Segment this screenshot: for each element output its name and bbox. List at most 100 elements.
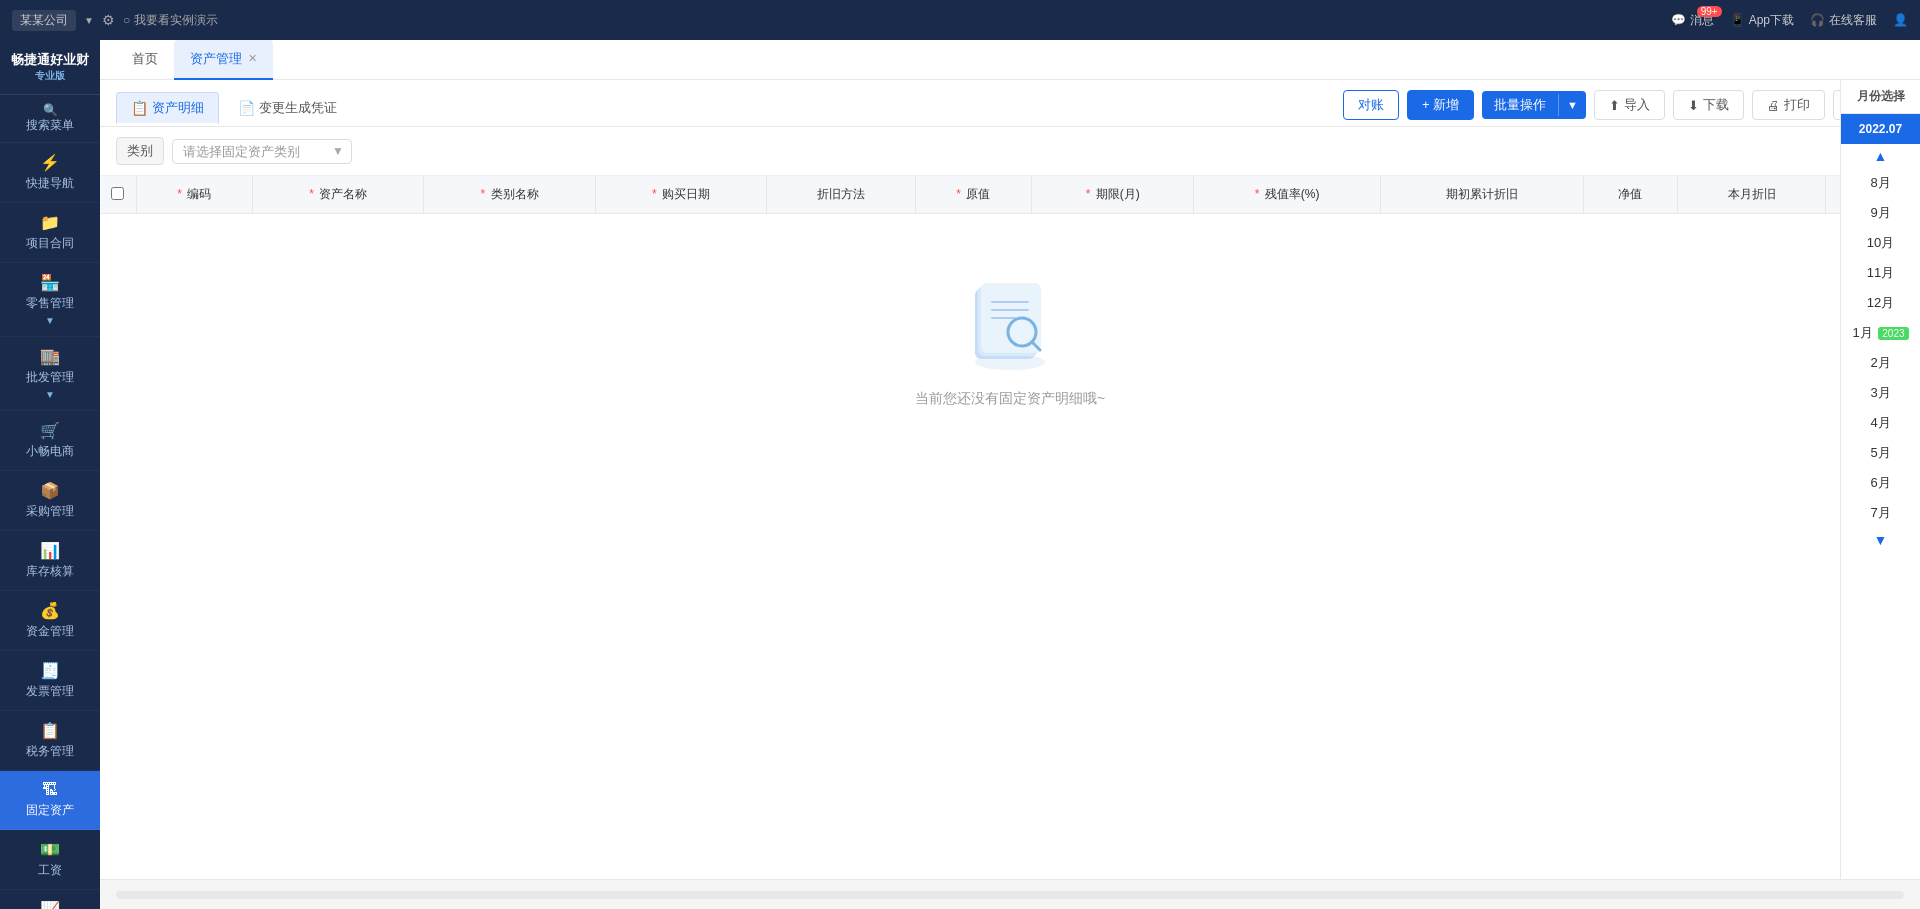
col-monthly-depreciation: 本月折旧 [1677, 176, 1825, 214]
year-2023-badge: 2023 [1878, 327, 1908, 340]
table-header-row: * 编码 * 资产名称 * 类别名称 [100, 176, 1920, 214]
col-period: * 期限(月) [1032, 176, 1194, 214]
salary-icon: 💵 [40, 840, 60, 859]
sidebar-item-retail[interactable]: 🏪 零售管理 ▼ [0, 263, 100, 337]
month-3[interactable]: 3月 [1841, 378, 1920, 408]
purchase-icon: 📦 [40, 481, 60, 500]
sidebar-item-project[interactable]: 📁 项目合同 [0, 203, 100, 263]
user-profile[interactable]: 👤 [1893, 13, 1908, 27]
company-selector[interactable]: 某某公司 [12, 10, 76, 31]
asset-table: * 编码 * 资产名称 * 类别名称 [100, 176, 1920, 214]
month-6[interactable]: 6月 [1841, 468, 1920, 498]
filter-left: 类别 请选择固定资产类别 ▼ [116, 137, 1904, 165]
fixed-assets-icon: 🏗 [42, 781, 58, 799]
subtab-change-voucher[interactable]: 📄 变更生成凭证 [223, 92, 352, 124]
month-4[interactable]: 4月 [1841, 408, 1920, 438]
empty-state: 当前您还没有固定资产明细哦~ [100, 214, 1920, 468]
tab-close-icon[interactable]: ✕ [248, 52, 257, 65]
filter-bar: 类别 请选择固定资产类别 ▼ [100, 127, 1920, 176]
svg-point-8 [1012, 322, 1032, 342]
online-service-button[interactable]: 🎧 在线客服 [1810, 12, 1877, 29]
main-layout: 畅捷通好业财 专业版 🔍 搜索菜单 ⚡ 快捷导航 📁 项目合同 🏪 零售管理 ▼… [0, 40, 1920, 909]
demo-icon: ○ [123, 13, 130, 27]
category-filter-label: 类别 [116, 137, 164, 165]
month-picker-panel: 月份选择 2022.07 ▲ 8月 9月 10月 11月 12月 1月 2023… [1840, 80, 1920, 879]
add-button[interactable]: + 新增 [1407, 90, 1474, 120]
operation-icon: 📈 [40, 900, 60, 909]
batch-operation-button[interactable]: 批量操作 ▼ [1482, 91, 1586, 119]
batch-operation-arrow-icon[interactable]: ▼ [1558, 94, 1586, 116]
month-7[interactable]: 7月 [1841, 498, 1920, 528]
retail-icon: 🏪 [40, 273, 60, 292]
month-5[interactable]: 5月 [1841, 438, 1920, 468]
sidebar-item-fixed-assets[interactable]: 🏗 固定资产 [0, 771, 100, 830]
batch-operation-label[interactable]: 批量操作 [1482, 91, 1558, 119]
print-button[interactable]: 🖨 打印 [1752, 90, 1825, 120]
tax-icon: 📋 [40, 721, 60, 740]
company-dropdown-icon[interactable]: ▼ [84, 15, 94, 26]
month-9[interactable]: 9月 [1841, 198, 1920, 228]
message-badge: 99+ [1697, 6, 1722, 17]
reconcile-button[interactable]: 对账 [1343, 90, 1399, 120]
horizontal-scrollbar[interactable] [116, 891, 1904, 899]
month-8[interactable]: 8月 [1841, 168, 1920, 198]
col-original-value: * 原值 [915, 176, 1032, 214]
select-all-cell[interactable] [100, 176, 136, 214]
month-picker-up-button[interactable]: ▲ [1841, 144, 1920, 168]
asset-detail-icon: 📋 [131, 100, 148, 116]
sidebar-item-tax[interactable]: 📋 税务管理 [0, 711, 100, 771]
demo-link[interactable]: ○ 我要看实例演示 [123, 12, 218, 29]
page-content: 📋 资产明细 📄 变更生成凭证 对账 + 新增 批量操作 ▼ ⬆ [100, 80, 1920, 879]
download-icon: ⬇ [1688, 98, 1699, 113]
company-name: 某某公司 [20, 13, 68, 27]
message-icon: 💬 [1671, 13, 1686, 27]
sidebar-item-wholesale[interactable]: 🏬 批发管理 ▼ [0, 337, 100, 411]
sidebar-item-salary[interactable]: 💵 工资 [0, 830, 100, 890]
inventory-icon: 📊 [40, 541, 60, 560]
empty-text: 当前您还没有固定资产明细哦~ [915, 390, 1105, 408]
sidebar-logo: 畅捷通好业财 专业版 [0, 40, 100, 95]
content-area: 首页 资产管理 ✕ 📋 资产明细 📄 变更生成凭证 [100, 40, 1920, 909]
download-button[interactable]: ⬇ 下载 [1673, 90, 1744, 120]
quick-nav-icon: ⚡ [40, 153, 60, 172]
month-12[interactable]: 12月 [1841, 288, 1920, 318]
category-filter-select[interactable]: 请选择固定资产类别 [172, 139, 352, 164]
sidebar-item-quick-nav[interactable]: ⚡ 快捷导航 [0, 143, 100, 203]
tab-bar: 首页 资产管理 ✕ [100, 40, 1920, 80]
message-button[interactable]: 💬 消息 99+ [1671, 12, 1714, 29]
sidebar-item-inventory[interactable]: 📊 库存核算 [0, 531, 100, 591]
col-cumulative-depreciation: 期初累计折旧 [1380, 176, 1583, 214]
sidebar-item-ecommerce[interactable]: 🛒 小畅电商 [0, 411, 100, 471]
import-button[interactable]: ⬆ 导入 [1594, 90, 1665, 120]
current-month-display[interactable]: 2022.07 [1841, 114, 1920, 144]
month-1-2023[interactable]: 1月 2023 [1841, 318, 1920, 348]
sidebar-item-finance[interactable]: 💰 资金管理 [0, 591, 100, 651]
change-voucher-icon: 📄 [238, 100, 255, 116]
month-picker-header: 月份选择 [1841, 80, 1920, 114]
select-all-checkbox[interactable] [111, 187, 124, 200]
import-icon: ⬆ [1609, 98, 1620, 113]
tab-asset-management[interactable]: 资产管理 ✕ [174, 40, 273, 80]
app-title: 畅捷通好业财 专业版 [8, 52, 92, 82]
sidebar-item-invoice[interactable]: 🧾 发票管理 [0, 651, 100, 711]
sidebar-item-purchase[interactable]: 📦 采购管理 [0, 471, 100, 531]
top-bar-right: 💬 消息 99+ 📱 App下载 🎧 在线客服 👤 [1671, 12, 1908, 29]
sidebar-item-operation[interactable]: 📈 经营管理 [0, 890, 100, 909]
month-11[interactable]: 11月 [1841, 258, 1920, 288]
service-icon: 🎧 [1810, 13, 1825, 27]
month-10[interactable]: 10月 [1841, 228, 1920, 258]
user-avatar: 👤 [1893, 13, 1908, 27]
project-icon: 📁 [40, 213, 60, 232]
sidebar-search[interactable]: 🔍 搜索菜单 [0, 95, 100, 143]
app-download-button[interactable]: 📱 App下载 [1730, 12, 1794, 29]
print-icon: 🖨 [1767, 98, 1780, 113]
ecommerce-icon: 🛒 [40, 421, 60, 440]
app-subtitle: 专业版 [8, 69, 92, 82]
col-purchase-date: * 购买日期 [595, 176, 766, 214]
month-2[interactable]: 2月 [1841, 348, 1920, 378]
month-picker-down-button[interactable]: ▼ [1841, 528, 1920, 552]
subtab-asset-detail[interactable]: 📋 资产明细 [116, 92, 219, 124]
tab-home[interactable]: 首页 [116, 40, 174, 80]
wholesale-icon: 🏬 [40, 347, 60, 366]
settings-icon[interactable]: ⚙ [102, 12, 115, 28]
